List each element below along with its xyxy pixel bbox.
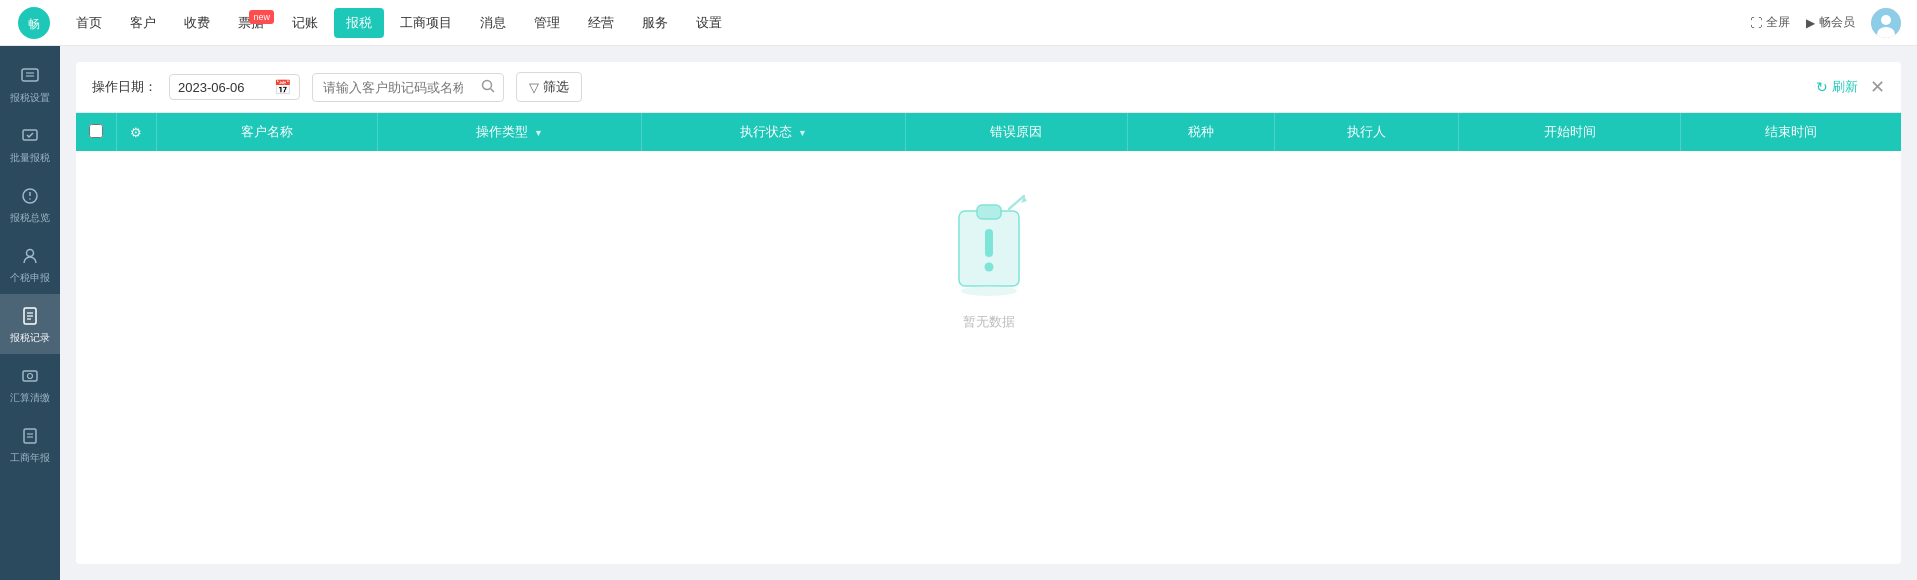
member-button[interactable]: ▶ 畅会员 [1806, 14, 1855, 31]
nav-manage[interactable]: 管理 [522, 8, 572, 38]
search-input[interactable] [313, 75, 473, 100]
svg-rect-17 [23, 371, 37, 381]
fullscreen-button[interactable]: ⛶ 全屏 [1750, 14, 1790, 31]
th-checkbox[interactable] [76, 113, 116, 151]
svg-rect-25 [977, 205, 1001, 219]
calendar-icon: 📅 [274, 79, 291, 95]
svg-point-30 [961, 286, 1017, 296]
nav-revenue[interactable]: 收费 [172, 8, 222, 38]
main-area: 报税设置 批量报税 报税总览 [0, 46, 1917, 580]
sort-icon: ▼ [534, 128, 543, 138]
th-tax-type: 税种 [1127, 113, 1274, 151]
svg-point-27 [984, 263, 993, 272]
data-table: ⚙ 客户名称 操作类型 ▼ 执行状态 ▼ 错误原因 [76, 113, 1901, 151]
sidebar-item-annual-report[interactable]: 工商年报 [0, 414, 60, 474]
top-nav-right: ⛶ 全屏 ▶ 畅会员 [1750, 8, 1901, 38]
empty-icon [939, 191, 1039, 301]
search-wrap [312, 73, 504, 102]
nav-customer[interactable]: 客户 [118, 8, 168, 38]
svg-point-11 [29, 198, 31, 200]
nav-invoice[interactable]: 票据 new [226, 8, 276, 38]
search-button[interactable] [473, 74, 503, 101]
empty-text: 暂无数据 [963, 313, 1015, 331]
th-end-time: 结束时间 [1681, 113, 1902, 151]
th-client-name: 客户名称 [156, 113, 378, 151]
th-executor: 执行人 [1274, 113, 1458, 151]
close-button[interactable]: ✕ [1870, 76, 1885, 98]
date-label: 操作日期： [92, 78, 157, 96]
settlement-icon [18, 364, 42, 388]
toolbar: 操作日期： 📅 [76, 62, 1901, 113]
nav-items: 首页 客户 收费 票据 new 记账 报税 工商项目 消息 管理 经营 服务 设… [64, 8, 1750, 38]
select-all-checkbox[interactable] [89, 124, 103, 138]
th-exec-status[interactable]: 执行状态 ▼ [642, 113, 906, 151]
content-area: 操作日期： 📅 [60, 46, 1917, 580]
nav-message[interactable]: 消息 [468, 8, 518, 38]
fullscreen-icon: ⛶ [1750, 16, 1762, 30]
nav-tax[interactable]: 报税 [334, 8, 384, 38]
svg-rect-5 [22, 69, 38, 81]
new-badge: new [249, 10, 274, 25]
svg-point-3 [1881, 15, 1891, 25]
tax-record-icon [18, 304, 42, 328]
nav-finance[interactable]: 经营 [576, 8, 626, 38]
tax-summary-icon [18, 184, 42, 208]
video-icon: ▶ [1806, 16, 1815, 30]
svg-point-18 [28, 374, 33, 379]
toolbar-right: ↻ 刷新 ✕ [1816, 76, 1885, 98]
nav-business[interactable]: 工商项目 [388, 8, 464, 38]
svg-line-23 [491, 88, 495, 92]
filter-button[interactable]: ▽ 筛选 [516, 72, 582, 102]
svg-rect-26 [985, 229, 993, 257]
svg-point-22 [483, 80, 492, 89]
sidebar: 报税设置 批量报税 报税总览 [0, 46, 60, 580]
refresh-icon: ↻ [1816, 79, 1828, 95]
sidebar-item-tax-record[interactable]: 报税记录 [0, 294, 60, 354]
th-operation-type[interactable]: 操作类型 ▼ [378, 113, 642, 151]
nav-settings[interactable]: 设置 [684, 8, 734, 38]
tax-settings-icon [18, 64, 42, 88]
sidebar-item-personal-tax[interactable]: 个税申报 [0, 234, 60, 294]
close-icon: ✕ [1870, 76, 1885, 98]
svg-rect-19 [24, 429, 36, 443]
th-start-time: 开始时间 [1459, 113, 1681, 151]
annual-report-icon [18, 424, 42, 448]
batch-tax-icon [18, 124, 42, 148]
sort-icon2: ▼ [798, 128, 807, 138]
svg-point-12 [27, 250, 34, 257]
nav-home[interactable]: 首页 [64, 8, 114, 38]
sidebar-item-tax-settings[interactable]: 报税设置 [0, 54, 60, 114]
refresh-button[interactable]: ↻ 刷新 [1816, 78, 1858, 96]
personal-tax-icon [18, 244, 42, 268]
sidebar-item-tax-summary[interactable]: 报税总览 [0, 174, 60, 234]
user-avatar[interactable] [1871, 8, 1901, 38]
sidebar-item-batch-tax[interactable]: 批量报税 [0, 114, 60, 174]
nav-service[interactable]: 服务 [630, 8, 680, 38]
top-nav: 畅 首页 客户 收费 票据 new 记账 报税 工商项目 消息 管理 经营 服务… [0, 0, 1917, 46]
app-logo[interactable]: 畅 [16, 5, 52, 41]
table-container[interactable]: ⚙ 客户名称 操作类型 ▼ 执行状态 ▼ 错误原因 [76, 113, 1901, 564]
sidebar-item-settlement[interactable]: 汇算清缴 [0, 354, 60, 414]
svg-text:畅: 畅 [28, 17, 40, 31]
content-inner: 操作日期： 📅 [76, 62, 1901, 564]
th-settings[interactable]: ⚙ [116, 113, 156, 151]
gear-icon: ⚙ [130, 125, 142, 140]
search-icon [481, 79, 495, 96]
th-error-reason: 错误原因 [905, 113, 1127, 151]
filter-icon: ▽ [529, 80, 539, 95]
table-header-row: ⚙ 客户名称 操作类型 ▼ 执行状态 ▼ 错误原因 [76, 113, 1901, 151]
nav-bookkeeping[interactable]: 记账 [280, 8, 330, 38]
empty-state: 暂无数据 [76, 151, 1901, 371]
date-input[interactable] [178, 80, 268, 95]
date-input-wrap[interactable]: 📅 [169, 74, 300, 100]
